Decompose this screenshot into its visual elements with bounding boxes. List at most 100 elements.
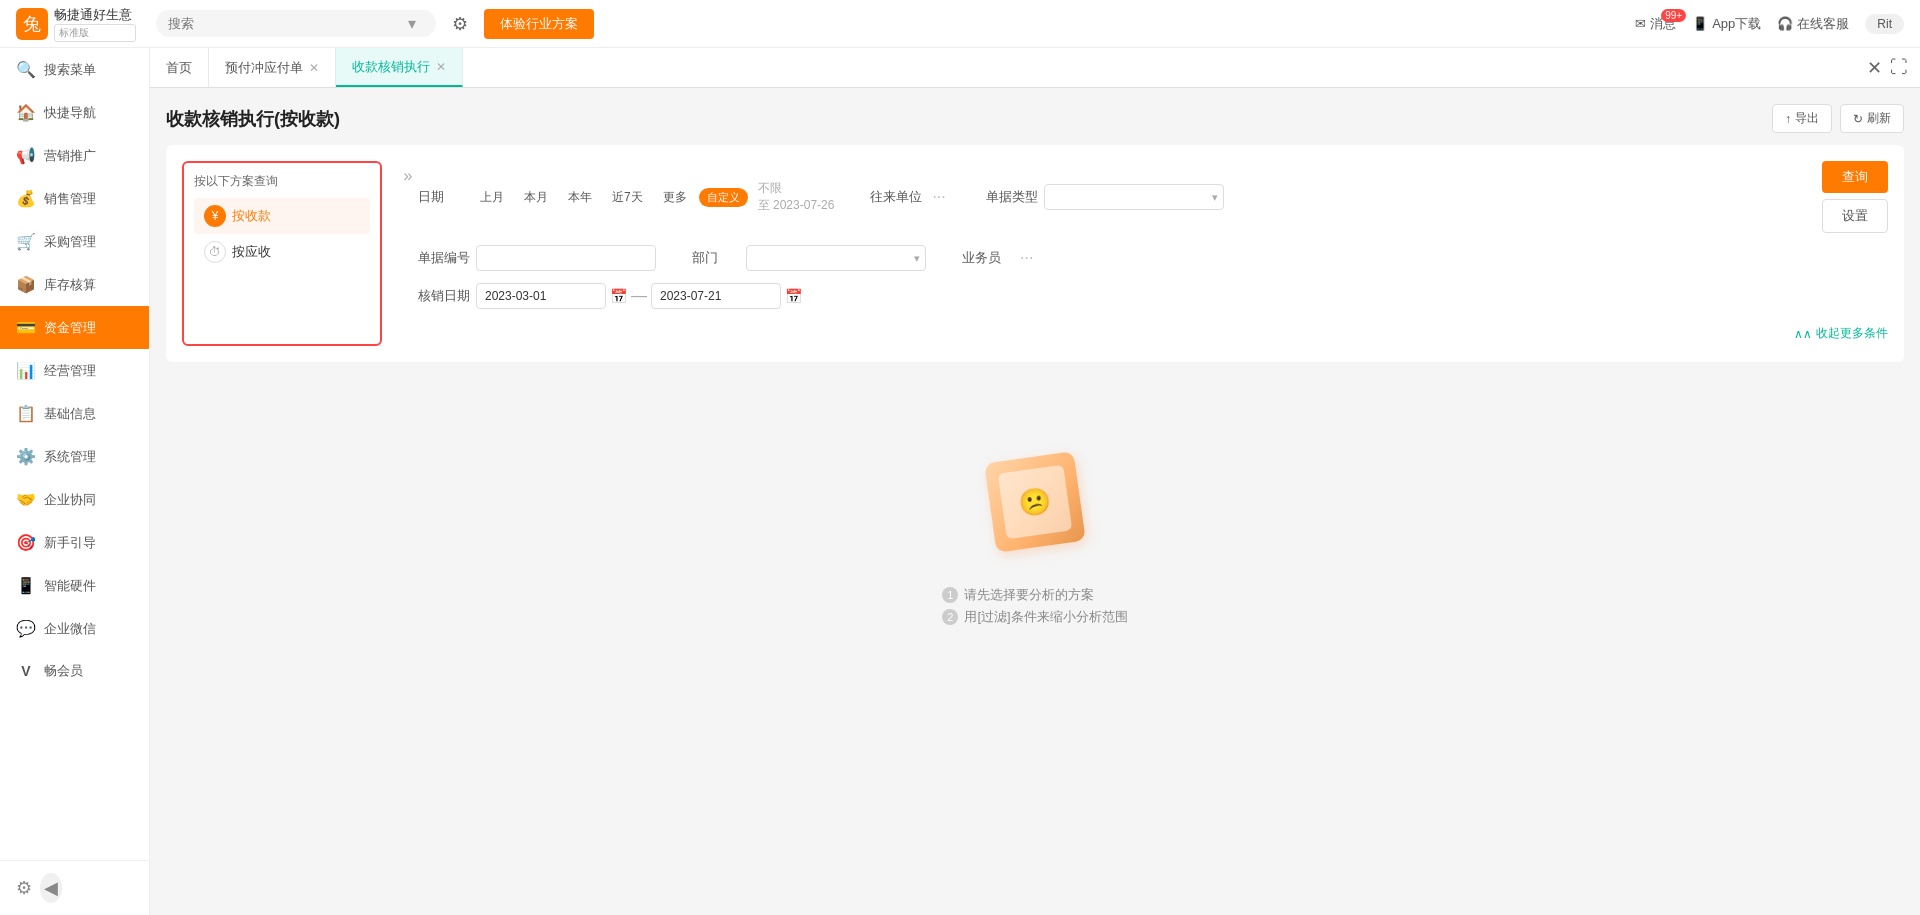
- tab-receipt-writeoff-close[interactable]: ✕: [436, 60, 446, 74]
- filter-row-2: 单据编号 部门 ▾ 业务员 ···: [418, 245, 1888, 271]
- voucher-no-input[interactable]: [476, 245, 656, 271]
- sidebar-label-purchase: 采购管理: [44, 233, 96, 251]
- voucher-type-label: 单据类型: [986, 188, 1038, 206]
- filter-counterparty-field: 往来单位 ···: [870, 188, 949, 206]
- app-download-btn[interactable]: 📱 App下载: [1692, 15, 1761, 33]
- sidebar-item-search-menu[interactable]: 🔍 搜索菜单: [0, 48, 149, 91]
- sidebar-label-member: 畅会员: [44, 662, 83, 680]
- writeoff-date-label: 核销日期: [418, 287, 470, 305]
- tab-prepay[interactable]: 预付冲应付单 ✕: [209, 48, 336, 87]
- sidebar-item-wechat[interactable]: 💬 企业微信: [0, 607, 149, 650]
- sidebar-label-finance: 资金管理: [44, 319, 96, 337]
- sidebar-item-quick-nav[interactable]: 🏠 快捷导航: [0, 91, 149, 134]
- finance-icon: 💳: [16, 318, 36, 337]
- sidebar-label-search-menu: 搜索菜单: [44, 61, 96, 79]
- sidebar-label-guide: 新手引导: [44, 534, 96, 552]
- voucher-no-label: 单据编号: [418, 249, 470, 267]
- sidebar-label-wechat: 企业微信: [44, 620, 96, 638]
- headset-icon: 🎧: [1777, 16, 1793, 31]
- basic-info-icon: 📋: [16, 404, 36, 423]
- sidebar-item-business[interactable]: 📊 经营管理: [0, 349, 149, 392]
- phone-icon: 📱: [1692, 16, 1708, 31]
- salesperson-dots: ···: [1016, 249, 1037, 267]
- writeoff-date-start-input[interactable]: [476, 283, 606, 309]
- sidebar-item-system[interactable]: ⚙️ 系统管理: [0, 435, 149, 478]
- tab-prepay-close[interactable]: ✕: [309, 61, 319, 75]
- sidebar-item-inventory[interactable]: 📦 库存核算: [0, 263, 149, 306]
- tab-receipt-writeoff-label: 收款核销执行: [352, 58, 430, 76]
- empty-box-face: 😕: [1017, 484, 1053, 519]
- empty-box-shape: 😕: [984, 451, 1086, 553]
- sidebar-item-sales[interactable]: 💰 销售管理: [0, 177, 149, 220]
- business-icon: 📊: [16, 361, 36, 380]
- date-custom-badge: 自定义: [699, 188, 748, 207]
- filter-voucher-no-field: 单据编号: [418, 245, 656, 271]
- date-nolimit: 不限: [758, 180, 835, 197]
- sidebar-item-finance[interactable]: 💳 资金管理: [0, 306, 149, 349]
- system-icon: ⚙️: [16, 447, 36, 466]
- date-btn-more[interactable]: 更多: [655, 186, 695, 209]
- tabbar: 首页 预付冲应付单 ✕ 收款核销执行 ✕ ✕ ⛶: [150, 48, 1920, 88]
- close-all-icon[interactable]: ✕: [1867, 57, 1882, 79]
- wechat-icon: 💬: [16, 619, 36, 638]
- search-input[interactable]: [168, 16, 408, 31]
- filter-option-receivable-label: 按应收: [232, 243, 271, 261]
- sales-icon: 💰: [16, 189, 36, 208]
- user-menu[interactable]: Rit: [1865, 14, 1904, 34]
- filter-collapse-btn[interactable]: »: [398, 161, 418, 185]
- app-name: 畅捷通好生意: [54, 6, 132, 24]
- query-button[interactable]: 查询: [1822, 161, 1888, 193]
- sidebar-label-marketing: 营销推广: [44, 147, 96, 165]
- sidebar-item-basic-info[interactable]: 📋 基础信息: [0, 392, 149, 435]
- filter-scheme-selector: 按以下方案查询 ¥ 按收款 ⏱ 按应收: [182, 161, 382, 346]
- sidebar-item-guide[interactable]: 🎯 新手引导: [0, 521, 149, 564]
- empty-illustration: 😕: [975, 442, 1095, 562]
- sidebar-label-quick-nav: 快捷导航: [44, 104, 96, 122]
- writeoff-date-end-input[interactable]: [651, 283, 781, 309]
- sidebar-item-member[interactable]: V 畅会员: [0, 650, 149, 692]
- settings-icon[interactable]: ⚙: [16, 877, 32, 899]
- date-btn-7days[interactable]: 近7天: [604, 186, 651, 209]
- writeoff-date-range: 📅 — 📅: [476, 283, 802, 309]
- export-button[interactable]: ↑ 导出: [1772, 104, 1832, 133]
- date-btn-this-month[interactable]: 本月: [516, 186, 556, 209]
- filter-option-by-receipt[interactable]: ¥ 按收款: [194, 198, 370, 234]
- search-wrap[interactable]: ▾: [156, 10, 436, 37]
- calendar-start-icon[interactable]: 📅: [610, 288, 627, 304]
- sidebar-label-business: 经营管理: [44, 362, 96, 380]
- receivable-icon: ⏱: [204, 241, 226, 263]
- refresh-button[interactable]: ↻ 刷新: [1840, 104, 1904, 133]
- filter-salesperson-field: 业务员 ···: [962, 249, 1037, 267]
- date-btn-last-month[interactable]: 上月: [472, 186, 512, 209]
- message-btn[interactable]: ✉ 消息 99+: [1635, 15, 1676, 33]
- filter-actions: 查询 设置: [1822, 161, 1888, 233]
- filter-dept-field: 部门 ▾: [692, 245, 926, 271]
- service-btn[interactable]: 🎧 在线客服: [1777, 15, 1849, 33]
- settings-button[interactable]: 设置: [1822, 199, 1888, 233]
- enterprise-icon: 🤝: [16, 490, 36, 509]
- filter-writeoff-date-field: 核销日期 📅 — 📅: [418, 283, 802, 309]
- date-btn-this-year[interactable]: 本年: [560, 186, 600, 209]
- calendar-end-icon[interactable]: 📅: [785, 288, 802, 304]
- sidebar-collapse-icon[interactable]: ◀: [40, 873, 62, 903]
- sidebar-item-marketing[interactable]: 📢 营销推广: [0, 134, 149, 177]
- dept-select[interactable]: [746, 245, 926, 271]
- voucher-type-select[interactable]: [1044, 184, 1224, 210]
- collapse-more-btn[interactable]: ∧∧ 收起更多条件: [418, 321, 1888, 346]
- sidebar-label-sales: 销售管理: [44, 190, 96, 208]
- hint-step-1: 1: [942, 587, 958, 603]
- tab-receipt-writeoff[interactable]: 收款核销执行 ✕: [336, 48, 463, 87]
- sidebar-item-enterprise[interactable]: 🤝 企业协同: [0, 478, 149, 521]
- sidebar: 🔍 搜索菜单 🏠 快捷导航 📢 营销推广 💰 销售管理 🛒 采购管理 📦 库存核…: [0, 48, 150, 915]
- page-header: 收款核销执行(按收款) ↑ 导出 ↻ 刷新: [166, 104, 1904, 133]
- filter-option-by-receivable[interactable]: ⏱ 按应收: [194, 234, 370, 270]
- gear-icon[interactable]: ⚙: [452, 13, 468, 35]
- sidebar-item-hardware[interactable]: 📱 智能硬件: [0, 564, 149, 607]
- tab-home[interactable]: 首页: [150, 48, 209, 87]
- expand-icon[interactable]: ⛶: [1890, 57, 1908, 78]
- receipt-icon: ¥: [204, 205, 226, 227]
- date-shortcuts: 上月 本月 本年 近7天 更多 自定义: [472, 186, 748, 209]
- industry-btn[interactable]: 体验行业方案: [484, 9, 594, 39]
- dept-label: 部门: [692, 249, 740, 267]
- sidebar-item-purchase[interactable]: 🛒 采购管理: [0, 220, 149, 263]
